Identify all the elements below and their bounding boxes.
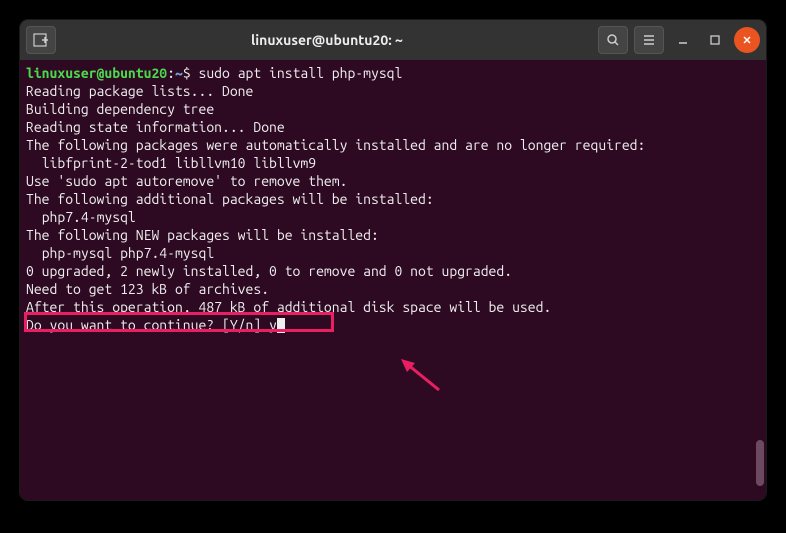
- output-line: Need to get 123 kB of archives.: [26, 281, 269, 297]
- output-line: The following additional packages will b…: [26, 191, 434, 207]
- output-line: php7.4-mysql: [26, 209, 136, 225]
- terminal-window: linuxuser@ubuntu20: ~ linuxuser@ubuntu20…: [20, 20, 766, 500]
- output-line: Building dependency tree: [26, 101, 214, 117]
- output-line: The following packages were automaticall…: [26, 137, 645, 153]
- continue-prompt: Do you want to continue? [Y/n] y: [26, 317, 277, 333]
- output-line: Reading package lists... Done: [26, 83, 253, 99]
- minimize-button[interactable]: [670, 27, 696, 53]
- titlebar: linuxuser@ubuntu20: ~: [20, 20, 766, 60]
- output-line: Use 'sudo apt autoremove' to remove them…: [26, 173, 347, 189]
- cursor-icon: [277, 318, 285, 333]
- output-line: libfprint-2-tod1 libllvm10 libllvm9: [26, 155, 316, 171]
- output-line: The following NEW packages will be insta…: [26, 227, 379, 243]
- close-button[interactable]: [734, 27, 760, 53]
- prompt-path: ~: [175, 65, 183, 81]
- output-line: After this operation, 487 kB of addition…: [26, 299, 551, 315]
- output-line: Reading state information... Done: [26, 119, 285, 135]
- prompt-user-host: linuxuser@ubuntu20: [26, 65, 167, 81]
- menu-button[interactable]: [634, 26, 664, 54]
- output-line: 0 upgraded, 2 newly installed, 0 to remo…: [26, 263, 512, 279]
- maximize-button[interactable]: [702, 27, 728, 53]
- annotation-arrow-icon: [350, 338, 447, 418]
- output-line: php-mysql php7.4-mysql: [26, 245, 214, 261]
- new-tab-button[interactable]: [26, 26, 56, 54]
- terminal-body[interactable]: linuxuser@ubuntu20:~$ sudo apt install p…: [20, 60, 766, 500]
- command-text: sudo apt install php-mysql: [199, 65, 403, 81]
- search-button[interactable]: [598, 26, 628, 54]
- scrollbar-thumb[interactable]: [756, 440, 764, 486]
- window-title: linuxuser@ubuntu20: ~: [62, 32, 592, 48]
